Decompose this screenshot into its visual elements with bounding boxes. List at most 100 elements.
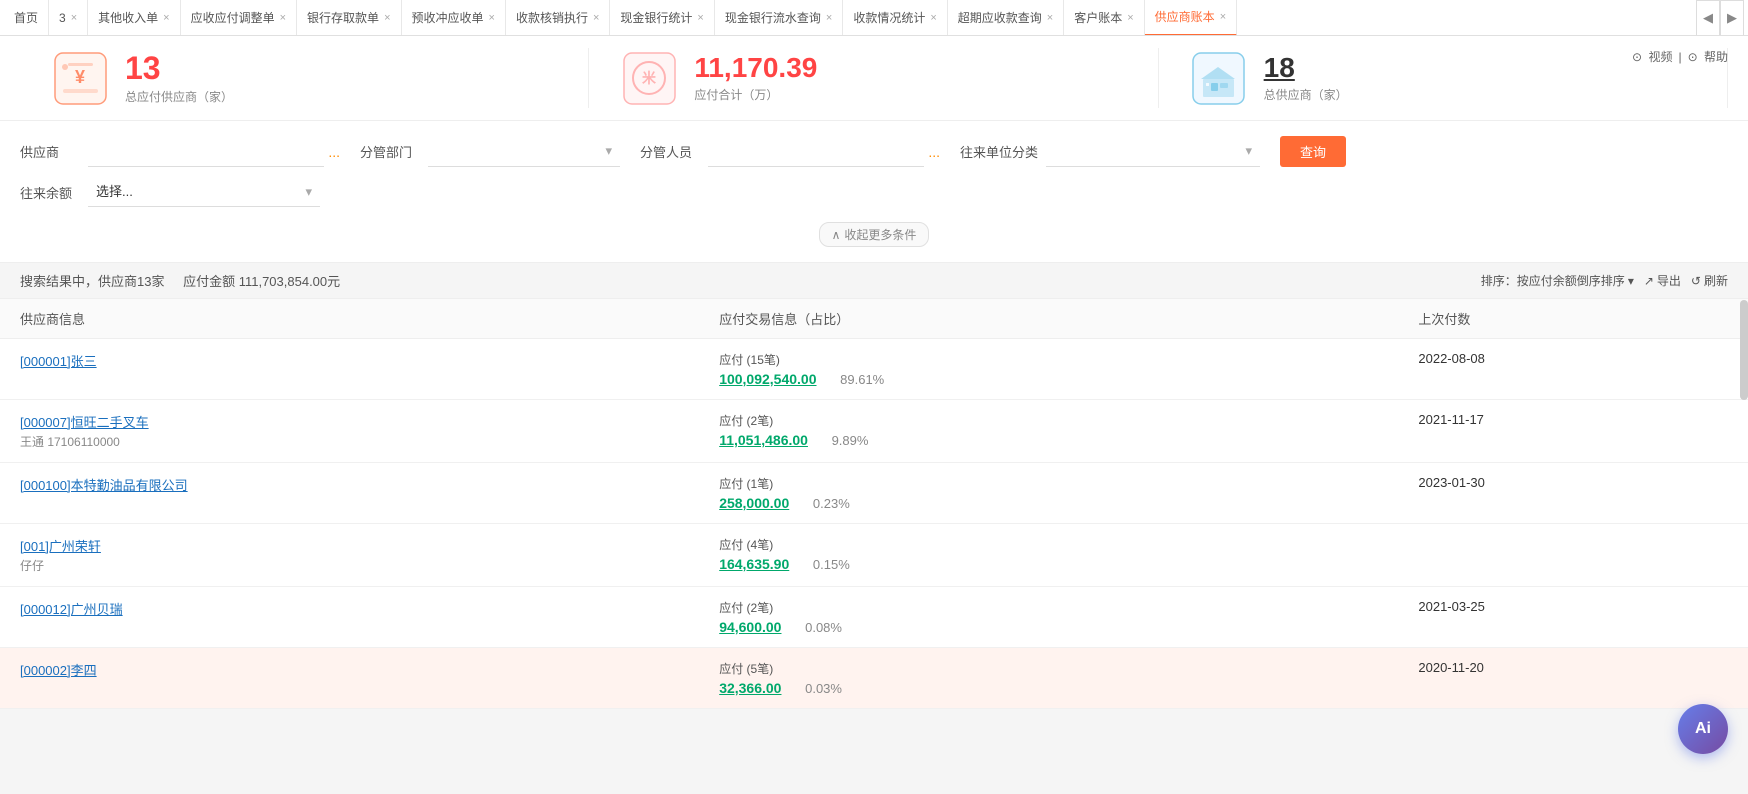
supplier-cell-0: [000001]张三 [0,339,699,400]
tab-bank-deposit-label: 银行存取款单 [307,9,379,26]
supplier-link-2[interactable]: [000100]本特勤油品有限公司 [20,478,188,493]
tab-cash-bank-flow-label: 现金银行流水查询 [725,9,821,26]
video-link[interactable]: ⊙ 视频 [1632,48,1672,65]
nav-prev-arrow[interactable]: ◀ [1696,0,1720,36]
header-actions: ⊙ 视频 | ⊙ 帮助 [1632,48,1728,65]
help-link[interactable]: ⊙ 帮助 [1688,48,1728,65]
tab-cash-bank-stat[interactable]: 现金银行统计 × [610,0,714,36]
table-row: [000002]李四 应付 (5笔) 32,366.00 0.03% 2020-… [0,648,1748,709]
transaction-cell-5: 应付 (5笔) 32,366.00 0.03% [699,648,1398,709]
tab-3-close[interactable]: × [71,12,77,24]
sort-dropdown[interactable]: 排序：按应付余额倒序排序 ▾ [1481,272,1634,289]
total-suppliers-number: 18 [1264,54,1348,82]
tab-customer-ledger-label: 客户账本 [1074,9,1122,26]
category-select[interactable] [1046,144,1260,159]
filter-area: 供应商 ... 分管部门 ▾ 分管人员 ... 往来单位分类 [0,121,1748,263]
tab-bank-deposit[interactable]: 银行存取款单 × [297,0,401,36]
balance-filter-label: 往来余额 [20,183,80,202]
supplier-dots-btn[interactable]: ... [328,144,340,160]
supplier-link-1[interactable]: [000007]恒旺二手叉车 [20,415,149,430]
tab-cash-bank-stat-close[interactable]: × [697,12,703,24]
table-container: 供应商信息 应付交易信息（占比） 上次付数 [000001]张三 应付 (15笔… [0,299,1748,709]
refresh-label: 刷新 [1704,272,1728,289]
transaction-cell-0: 应付 (15笔) 100,092,540.00 89.61% [699,339,1398,400]
filter-category: 往来单位分类 ▾ [960,137,1260,167]
tab-bank-deposit-close[interactable]: × [384,12,390,24]
tab-payment-stat[interactable]: 收款情况统计 × [843,0,947,36]
transaction-amount-5[interactable]: 32,366.00 [719,680,781,696]
payable-suppliers-info: 13 总应付供应商（家） [125,52,233,105]
transaction-percent-5: 0.03% [805,681,842,696]
tab-payment-stat-close[interactable]: × [930,12,936,24]
dept-select[interactable] [428,144,620,159]
supplier-cell-4: [000012]广州贝瑞 [0,587,699,648]
payable-total-icon: 米 [619,48,679,108]
tab-home[interactable]: 首页 [4,0,49,36]
transaction-amount-2[interactable]: 258,000.00 [719,495,789,511]
question-icon: ⊙ [1688,50,1698,64]
payable-suppliers-icon: ¥ [50,48,110,108]
tab-supplier-ledger[interactable]: 供应商账本 × [1145,0,1237,36]
svg-text:¥: ¥ [74,67,84,87]
tab-home-label: 首页 [14,9,38,26]
tab-prepay-close[interactable]: × [489,12,495,24]
collapse-button[interactable]: ∧ 收起更多条件 [819,222,930,247]
tab-overdue-ar-close[interactable]: × [1047,12,1053,24]
ai-label: Ai [1695,720,1711,738]
supplier-input[interactable] [88,137,324,167]
refresh-button[interactable]: ↺ 刷新 [1691,272,1728,289]
results-amount: 应付金额 111,703,854.00元 [183,274,340,289]
transaction-label-5: 应付 (5笔) [719,660,1378,677]
filter-row-2: 往来余额 选择... ▾ [20,177,320,207]
tab-overdue-ar[interactable]: 超期应收款查询 × [948,0,1064,36]
tab-prepay[interactable]: 预收冲应收单 × [402,0,506,36]
col-transaction-info: 应付交易信息（占比） [699,299,1398,339]
supplier-link-5[interactable]: [000002]李四 [20,663,97,678]
col-supplier-info: 供应商信息 [0,299,699,339]
table-row: [001]广州荣轩仔仔 应付 (4笔) 164,635.90 0.15% [0,524,1748,587]
tab-cash-bank-flow[interactable]: 现金银行流水查询 × [715,0,843,36]
supplier-link-4[interactable]: [000012]广州贝瑞 [20,602,123,617]
scrollbar[interactable] [1740,300,1748,400]
tab-ar-ap-adjust[interactable]: 应收应付调整单 × [181,0,297,36]
tab-ar-ap-adjust-close[interactable]: × [280,12,286,24]
query-button[interactable]: 查询 [1280,136,1346,167]
person-dots-btn[interactable]: ... [928,144,940,160]
person-filter-label: 分管人员 [640,142,700,161]
last-payment-cell-0: 2022-08-08 [1398,339,1748,400]
tab-other-income-close[interactable]: × [163,12,169,24]
transaction-amount-4[interactable]: 94,600.00 [719,619,781,635]
tab-customer-ledger[interactable]: 客户账本 × [1064,0,1144,36]
tab-payment-verify[interactable]: 收款核销执行 × [506,0,610,36]
last-payment-cell-1: 2021-11-17 [1398,400,1748,463]
total-suppliers-label: 总供应商（家） [1264,86,1348,103]
tab-other-income[interactable]: 其他收入单 × [88,0,180,36]
tab-supplier-ledger-close[interactable]: × [1220,11,1226,23]
supplier-link-3[interactable]: [001]广州荣轩 [20,539,101,554]
filter-row-1: 供应商 ... 分管部门 ▾ 分管人员 ... 往来单位分类 [20,136,1728,167]
export-button[interactable]: ↗ 导出 [1644,272,1681,289]
last-payment-cell-5: 2020-11-20 [1398,648,1748,709]
tab-payment-verify-close[interactable]: × [593,12,599,24]
last-payment-cell-4: 2021-03-25 [1398,587,1748,648]
filter-person: 分管人员 ... [640,137,940,167]
tab-cash-bank-flow-close[interactable]: × [826,12,832,24]
transaction-percent-3: 0.15% [813,557,850,572]
supplier-link-0[interactable]: [000001]张三 [20,354,97,369]
transaction-amount-1[interactable]: 11,051,486.00 [719,432,808,448]
category-select-wrapper: ▾ [1046,137,1260,167]
supplier-sub-3: 仔仔 [20,557,679,574]
transaction-amount-3[interactable]: 164,635.90 [719,556,789,572]
filter-supplier: 供应商 ... [20,137,340,167]
person-input[interactable] [708,137,924,167]
tab-3[interactable]: 3 × [49,0,88,36]
nav-next-arrow[interactable]: ▶ [1720,0,1744,36]
balance-select[interactable]: 选择... [88,184,320,199]
tab-cash-bank-stat-label: 现金银行统计 [620,9,692,26]
stat-payable-total: 米 11,170.39 应付合计（万） [589,48,1158,108]
ai-bubble[interactable]: Ai [1678,704,1728,754]
transaction-amount-0[interactable]: 100,092,540.00 [719,371,816,387]
results-info: 搜索结果中，供应商13家 应付金额 111,703,854.00元 [20,271,355,290]
supplier-sub-1: 王通 17106110000 [20,433,679,450]
tab-customer-ledger-close[interactable]: × [1127,12,1133,24]
